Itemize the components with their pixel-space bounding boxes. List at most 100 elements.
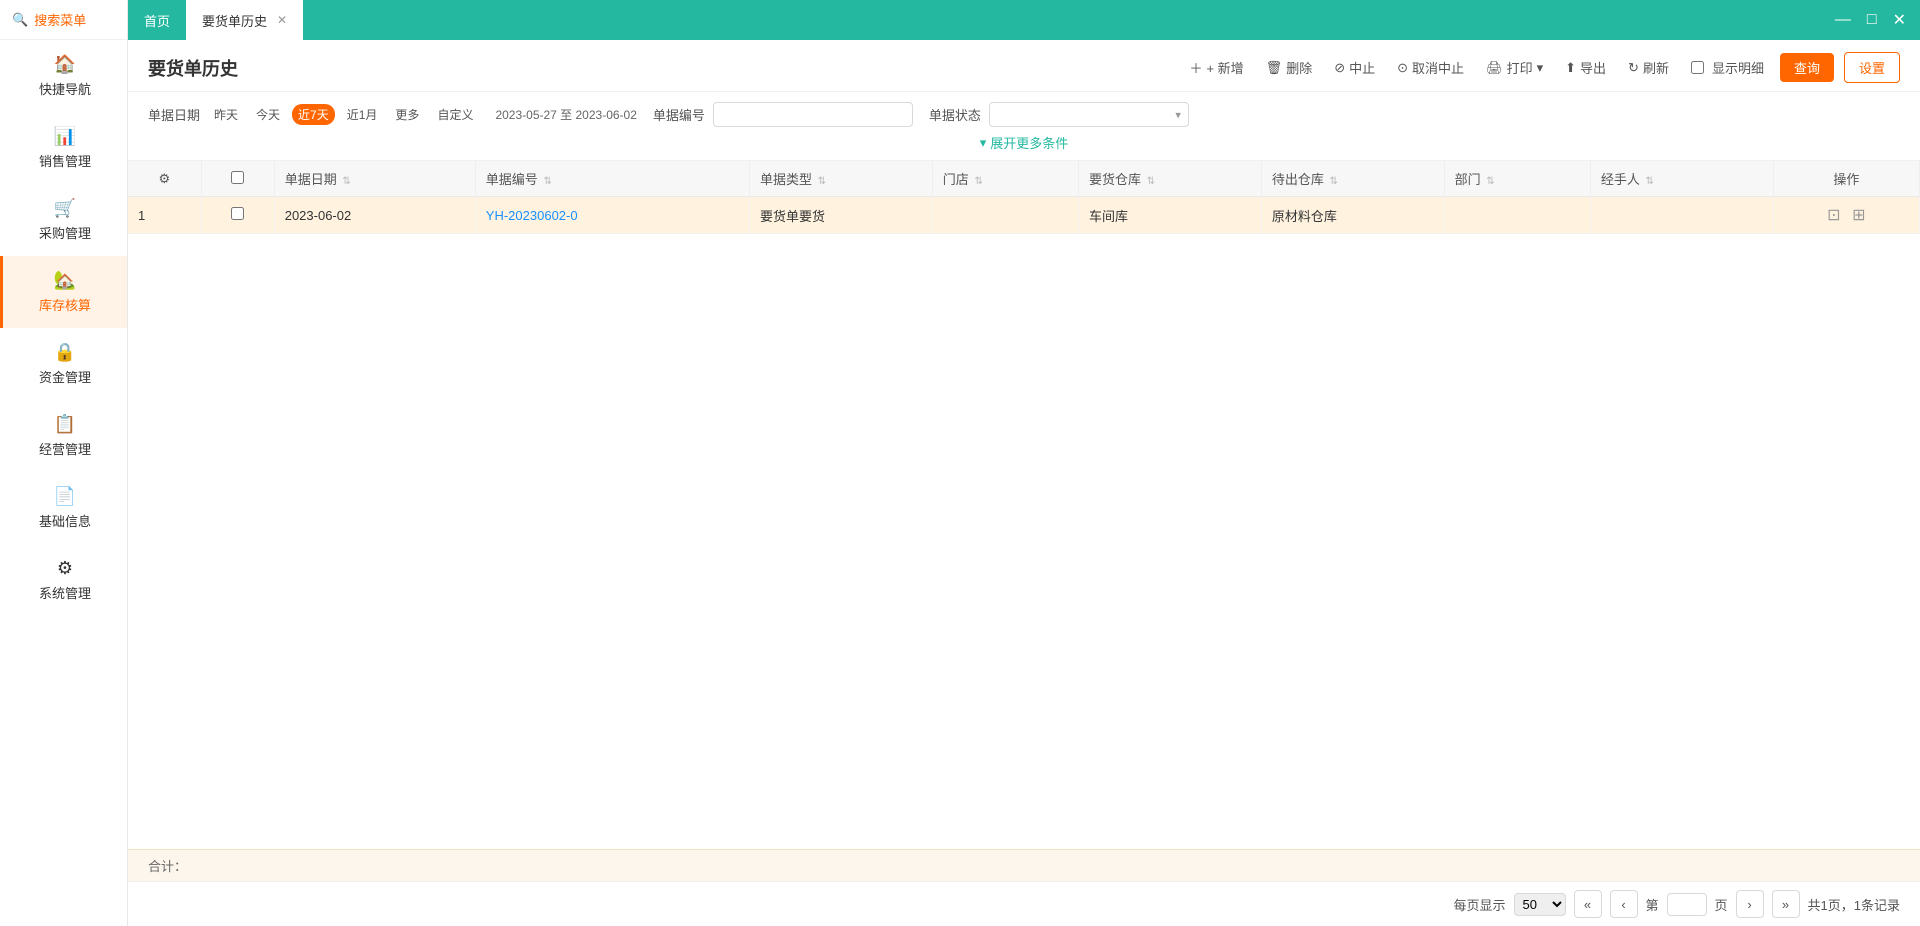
display-detail-label: 显示明细 (1712, 58, 1764, 77)
query-button[interactable]: 查询 (1780, 53, 1834, 82)
cancel-stop-button[interactable]: ⊙ 取消中止 (1391, 54, 1470, 81)
table-col-shop[interactable]: 门店 ⇅ (932, 161, 1078, 197)
cart-icon: 🛒 (54, 198, 76, 219)
main-area: 首页 要货单历史 ✕ — □ ✕ 要货单历史 ＋ + 新增 🗑 删除 (128, 0, 1920, 926)
table-col-date[interactable]: 单据日期 ⇅ (274, 161, 475, 197)
expand-more-label: 展开更多条件 (990, 133, 1068, 152)
tab-requisition-history[interactable]: 要货单历史 ✕ (186, 0, 303, 40)
table-col-wait-wh[interactable]: 待出仓库 ⇅ (1261, 161, 1444, 197)
display-detail-checkbox[interactable] (1691, 61, 1704, 74)
date-opt-today[interactable]: 今天 (250, 104, 286, 125)
footer-total-label: 合计： (148, 856, 187, 875)
page-number-input[interactable]: 1 (1667, 893, 1707, 916)
prev-page-button[interactable]: ‹ (1610, 890, 1638, 918)
doc-icon: 📄 (54, 486, 76, 507)
new-button[interactable]: ＋ + 新增 (1183, 54, 1249, 81)
date-opt-more[interactable]: 更多 (389, 104, 425, 125)
table-col-action: 操作 (1773, 161, 1919, 197)
sort-icon-code: ⇅ (543, 176, 551, 187)
sidebar-item-operations[interactable]: 📋 经营管理 (0, 400, 127, 472)
display-detail-toggle[interactable]: 显示明细 (1685, 54, 1770, 81)
last-page-button[interactable]: » (1772, 890, 1800, 918)
chevron-down-icon: ▾ (980, 135, 987, 151)
doc-number-input[interactable] (713, 102, 913, 127)
sort-icon-shop: ⇅ (974, 176, 982, 187)
print-button[interactable]: 🖨 打印 ▾ (1480, 54, 1549, 81)
sidebar-item-inventory[interactable]: 🏡 库存核算 (0, 256, 127, 328)
tab-home[interactable]: 首页 (128, 0, 186, 40)
maximize-button[interactable]: □ (1863, 7, 1881, 33)
table-col-handler[interactable]: 经手人 ⇅ (1590, 161, 1773, 197)
table-col-dept[interactable]: 部门 ⇅ (1444, 161, 1590, 197)
table-row[interactable]: 1 2023-06-02 YH-20230602-0 要货单要货 车间库 原材料… (128, 197, 1920, 234)
sort-icon-req-wh: ⇅ (1147, 176, 1155, 187)
content-area: 要货单历史 ＋ + 新增 🗑 删除 ⊘ 中止 ⊙ 取消中止 (128, 40, 1920, 926)
export-button[interactable]: ⬆ 导出 (1559, 54, 1612, 81)
row-edit-icon[interactable]: ⊡ (1827, 207, 1840, 224)
row-code-link[interactable]: YH-20230602-0 (486, 208, 578, 223)
filter-doc-number: 单据编号 (653, 102, 913, 127)
search-icon: 🔍 (12, 12, 28, 28)
total-info: 共1页，1条记录 (1808, 895, 1900, 914)
sidebar-search-label: 搜索菜单 (34, 10, 86, 29)
sidebar-item-quick-nav[interactable]: 🏠 快捷导航 (0, 40, 127, 112)
sidebar-item-basic-info[interactable]: 📄 基础信息 (0, 472, 127, 544)
query-label: 查询 (1794, 58, 1820, 77)
page-size-select[interactable]: 102050100 (1514, 893, 1566, 916)
row-more-icon[interactable]: ⊞ (1852, 207, 1865, 224)
sidebar-item-sales[interactable]: 📊 销售管理 (0, 112, 127, 184)
gear-icon: ⚙ (57, 558, 73, 579)
date-opt-last1month[interactable]: 近1月 (341, 104, 384, 125)
table-col-type[interactable]: 单据类型 ⇅ (750, 161, 933, 197)
warehouse-icon: 🏡 (54, 270, 76, 291)
export-label: 导出 (1580, 58, 1606, 77)
refresh-label: 刷新 (1643, 58, 1669, 77)
sidebar-item-label: 资金管理 (39, 367, 91, 386)
next-page-button[interactable]: › (1736, 890, 1764, 918)
stop-icon: ⊘ (1334, 60, 1345, 76)
sidebar-search[interactable]: 🔍 搜索菜单 (0, 0, 127, 40)
settings-label: 设置 (1859, 58, 1885, 77)
filter-date-range-display: 2023-05-27 至 2023-06-02 (495, 106, 636, 123)
print-dropdown-icon: ▾ (1537, 60, 1544, 76)
filter-area: 单据日期 昨天 今天 近7天 近1月 更多 自定义 2023-05-27 至 2… (128, 92, 1920, 161)
date-range-text: 2023-05-27 至 2023-06-02 (495, 106, 636, 123)
expand-more-button[interactable]: ▾ 展开更多条件 (148, 127, 1900, 154)
status-label: 单据状态 (929, 105, 981, 124)
chart-icon: 📊 (54, 126, 76, 147)
table-col-checkbox (201, 161, 274, 197)
sidebar-item-label: 销售管理 (39, 151, 91, 170)
date-opt-yesterday[interactable]: 昨天 (208, 104, 244, 125)
settings-button[interactable]: 设置 (1844, 52, 1900, 83)
cancel-stop-label: 取消中止 (1412, 58, 1464, 77)
delete-button[interactable]: 🗑 删除 (1260, 54, 1319, 81)
date-opt-custom[interactable]: 自定义 (431, 104, 479, 125)
home-icon: 🏠 (54, 54, 76, 75)
sidebar-item-purchase[interactable]: 🛒 采购管理 (0, 184, 127, 256)
print-icon: 🖨 (1486, 60, 1503, 76)
sidebar-item-system[interactable]: ⚙ 系统管理 (0, 544, 127, 616)
close-button[interactable]: ✕ (1889, 6, 1910, 34)
stop-label: 中止 (1349, 58, 1375, 77)
page-label-post: 页 (1715, 895, 1728, 914)
row-checkbox[interactable] (231, 207, 244, 220)
table-settings-col[interactable]: ⚙ (128, 161, 201, 197)
filter-row: 单据日期 昨天 今天 近7天 近1月 更多 自定义 2023-05-27 至 2… (148, 102, 1900, 127)
stop-button[interactable]: ⊘ 中止 (1328, 54, 1381, 81)
row-handler (1590, 197, 1773, 234)
tab-close-icon[interactable]: ✕ (277, 13, 287, 27)
filter-date: 单据日期 昨天 今天 近7天 近1月 更多 自定义 (148, 104, 479, 125)
refresh-button[interactable]: ↻ 刷新 (1622, 54, 1675, 81)
minimize-button[interactable]: — (1831, 7, 1855, 33)
sort-icon-type: ⇅ (818, 176, 826, 187)
sidebar-item-finance[interactable]: 🔒 资金管理 (0, 328, 127, 400)
page-header: 要货单历史 ＋ + 新增 🗑 删除 ⊘ 中止 ⊙ 取消中止 (128, 40, 1920, 92)
row-req-wh: 车间库 (1079, 197, 1262, 234)
select-all-checkbox[interactable] (231, 171, 244, 184)
date-opt-last7days[interactable]: 近7天 (292, 104, 335, 125)
table-col-code[interactable]: 单据编号 ⇅ (475, 161, 749, 197)
tab-requisition-history-label: 要货单历史 (202, 11, 267, 30)
table-col-req-wh[interactable]: 要货仓库 ⇅ (1079, 161, 1262, 197)
first-page-button[interactable]: « (1574, 890, 1602, 918)
status-select[interactable] (989, 102, 1189, 127)
